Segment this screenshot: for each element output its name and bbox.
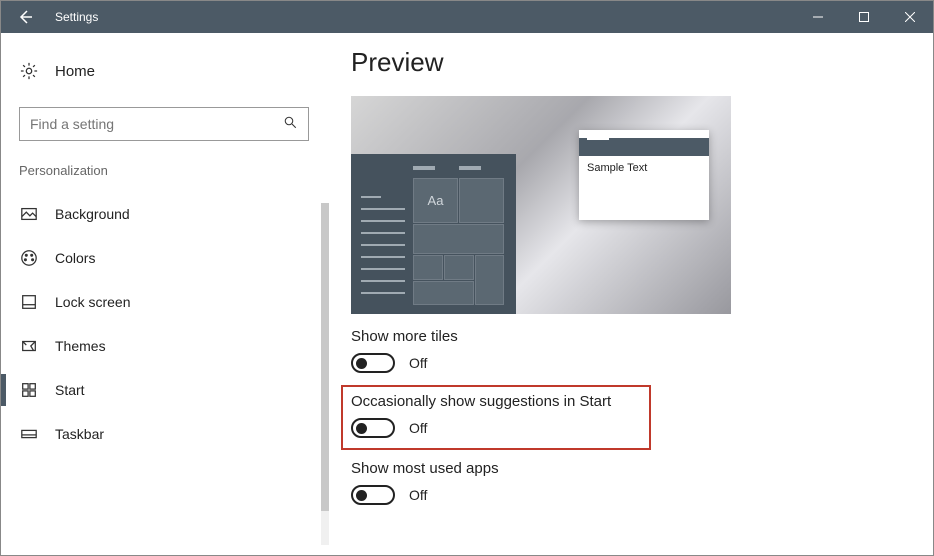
toggle-most-used[interactable] <box>351 485 395 505</box>
sidebar: Home Personalization Background Colors L… <box>1 33 331 555</box>
back-button[interactable] <box>1 1 49 33</box>
setting-show-more-tiles: Show more tiles Off <box>351 328 903 373</box>
page-title: Preview <box>351 47 903 78</box>
sidebar-item-start[interactable]: Start <box>19 368 331 412</box>
sidebar-item-label: Background <box>55 206 130 222</box>
sidebar-item-label: Start <box>55 382 85 398</box>
taskbar-icon <box>19 425 39 443</box>
sidebar-item-label: Lock screen <box>55 294 130 310</box>
sidebar-item-lockscreen[interactable]: Lock screen <box>19 280 331 324</box>
setting-label: Show most used apps <box>351 460 903 477</box>
sidebar-item-label: Colors <box>55 250 95 266</box>
preview-tile-aa: Aa <box>413 178 458 223</box>
themes-icon <box>19 337 39 355</box>
setting-suggestions: Occasionally show suggestions in Start O… <box>351 393 639 438</box>
preview-thumbnail: Aa Sample Text <box>351 96 731 314</box>
gear-icon <box>19 62 39 80</box>
titlebar: Settings <box>1 1 933 33</box>
sidebar-item-taskbar[interactable]: Taskbar <box>19 412 331 456</box>
setting-label: Show more tiles <box>351 328 903 345</box>
setting-label: Occasionally show suggestions in Start <box>351 393 639 410</box>
lockscreen-icon <box>19 293 39 311</box>
toggle-state: Off <box>409 355 427 371</box>
preview-tiles: Aa <box>413 166 516 314</box>
preview-sample-text: Sample Text <box>579 156 709 180</box>
preview-start-menu: Aa <box>351 154 516 314</box>
toggle-suggestions[interactable] <box>351 418 395 438</box>
toggle-state: Off <box>409 487 427 503</box>
sidebar-item-label: Taskbar <box>55 426 104 442</box>
sidebar-item-colors[interactable]: Colors <box>19 236 331 280</box>
search-input[interactable] <box>19 107 309 141</box>
setting-most-used: Show most used apps Off <box>351 460 903 505</box>
search-field[interactable] <box>30 116 283 132</box>
palette-icon <box>19 249 39 267</box>
picture-icon <box>19 205 39 223</box>
highlighted-setting: Occasionally show suggestions in Start O… <box>341 385 651 450</box>
home-button[interactable]: Home <box>19 51 331 91</box>
scrollbar-thumb[interactable] <box>321 203 329 511</box>
start-icon <box>19 381 39 399</box>
home-label: Home <box>55 63 95 80</box>
search-icon <box>283 115 298 133</box>
toggle-show-more-tiles[interactable] <box>351 353 395 373</box>
maximize-button[interactable] <box>841 1 887 33</box>
minimize-button[interactable] <box>795 1 841 33</box>
category-header: Personalization <box>19 163 331 178</box>
preview-sample-window: Sample Text <box>579 130 709 220</box>
window-title: Settings <box>49 10 795 24</box>
toggle-state: Off <box>409 420 427 436</box>
sidebar-scrollbar[interactable] <box>321 203 329 545</box>
sidebar-item-background[interactable]: Background <box>19 192 331 236</box>
close-button[interactable] <box>887 1 933 33</box>
preview-menu-lines <box>361 196 405 304</box>
main-panel: Preview Aa Sample Text Show more tiles <box>331 33 933 555</box>
sidebar-item-label: Themes <box>55 338 106 354</box>
sidebar-item-themes[interactable]: Themes <box>19 324 331 368</box>
